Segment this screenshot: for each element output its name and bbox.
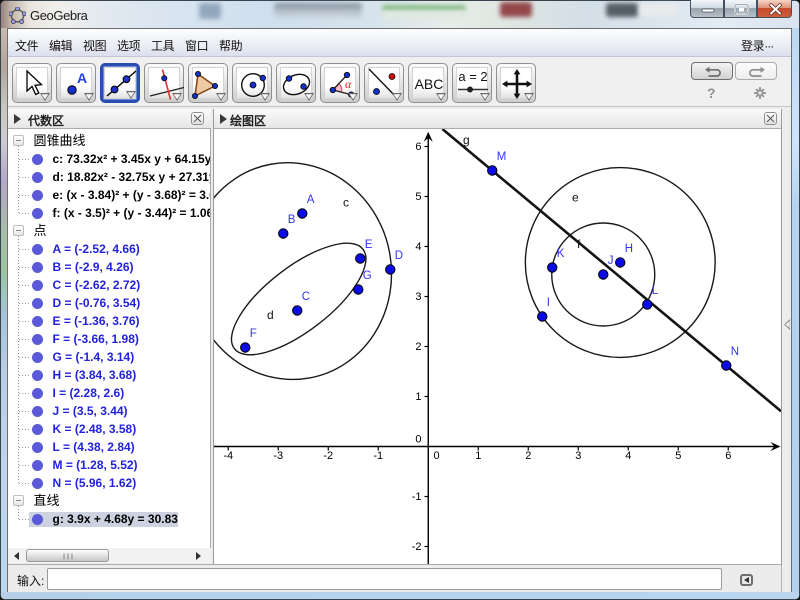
svg-text:I: I <box>547 297 550 309</box>
svg-text:E: E <box>365 239 373 251</box>
svg-text:C: C <box>302 291 310 303</box>
svg-text:1: 1 <box>475 450 481 462</box>
svg-text:N: N <box>731 346 739 358</box>
svg-text:6: 6 <box>725 450 731 462</box>
svg-text:L: L <box>652 285 659 297</box>
svg-text:1: 1 <box>415 391 421 403</box>
svg-text:B: B <box>288 214 296 226</box>
svg-text:4: 4 <box>625 450 631 462</box>
svg-text:6: 6 <box>415 141 421 153</box>
svg-text:2: 2 <box>525 450 531 462</box>
svg-text:α: α <box>345 77 352 91</box>
svg-text:e: e <box>572 191 579 205</box>
svg-text:-2: -2 <box>323 450 333 462</box>
svg-text:D: D <box>395 250 403 262</box>
svg-text:c: c <box>343 196 349 210</box>
svg-text:3: 3 <box>575 450 581 462</box>
svg-text:-4: -4 <box>223 450 233 462</box>
svg-text:A: A <box>307 194 315 206</box>
svg-text:5: 5 <box>675 450 681 462</box>
svg-text:2: 2 <box>415 341 421 353</box>
svg-text:K: K <box>557 248 565 260</box>
svg-text:d: d <box>267 308 274 322</box>
svg-text:H: H <box>625 243 633 255</box>
svg-text:M: M <box>497 151 507 163</box>
svg-text:ABC: ABC <box>415 76 444 92</box>
svg-text:5: 5 <box>415 191 421 203</box>
svg-text:g: g <box>463 133 470 147</box>
svg-text:-2: -2 <box>412 541 422 553</box>
svg-text:-1: -1 <box>412 491 422 503</box>
svg-text:0: 0 <box>433 450 439 462</box>
svg-text:4: 4 <box>415 241 421 253</box>
svg-text:J: J <box>608 255 614 267</box>
svg-text:-1: -1 <box>373 450 383 462</box>
svg-text:-3: -3 <box>273 450 283 462</box>
svg-text:3: 3 <box>415 291 421 303</box>
svg-text:F: F <box>250 328 257 340</box>
svg-text:a = 2: a = 2 <box>458 69 487 84</box>
svg-text:A: A <box>77 70 87 86</box>
svg-text:G: G <box>363 270 372 282</box>
svg-text:0: 0 <box>415 434 421 446</box>
